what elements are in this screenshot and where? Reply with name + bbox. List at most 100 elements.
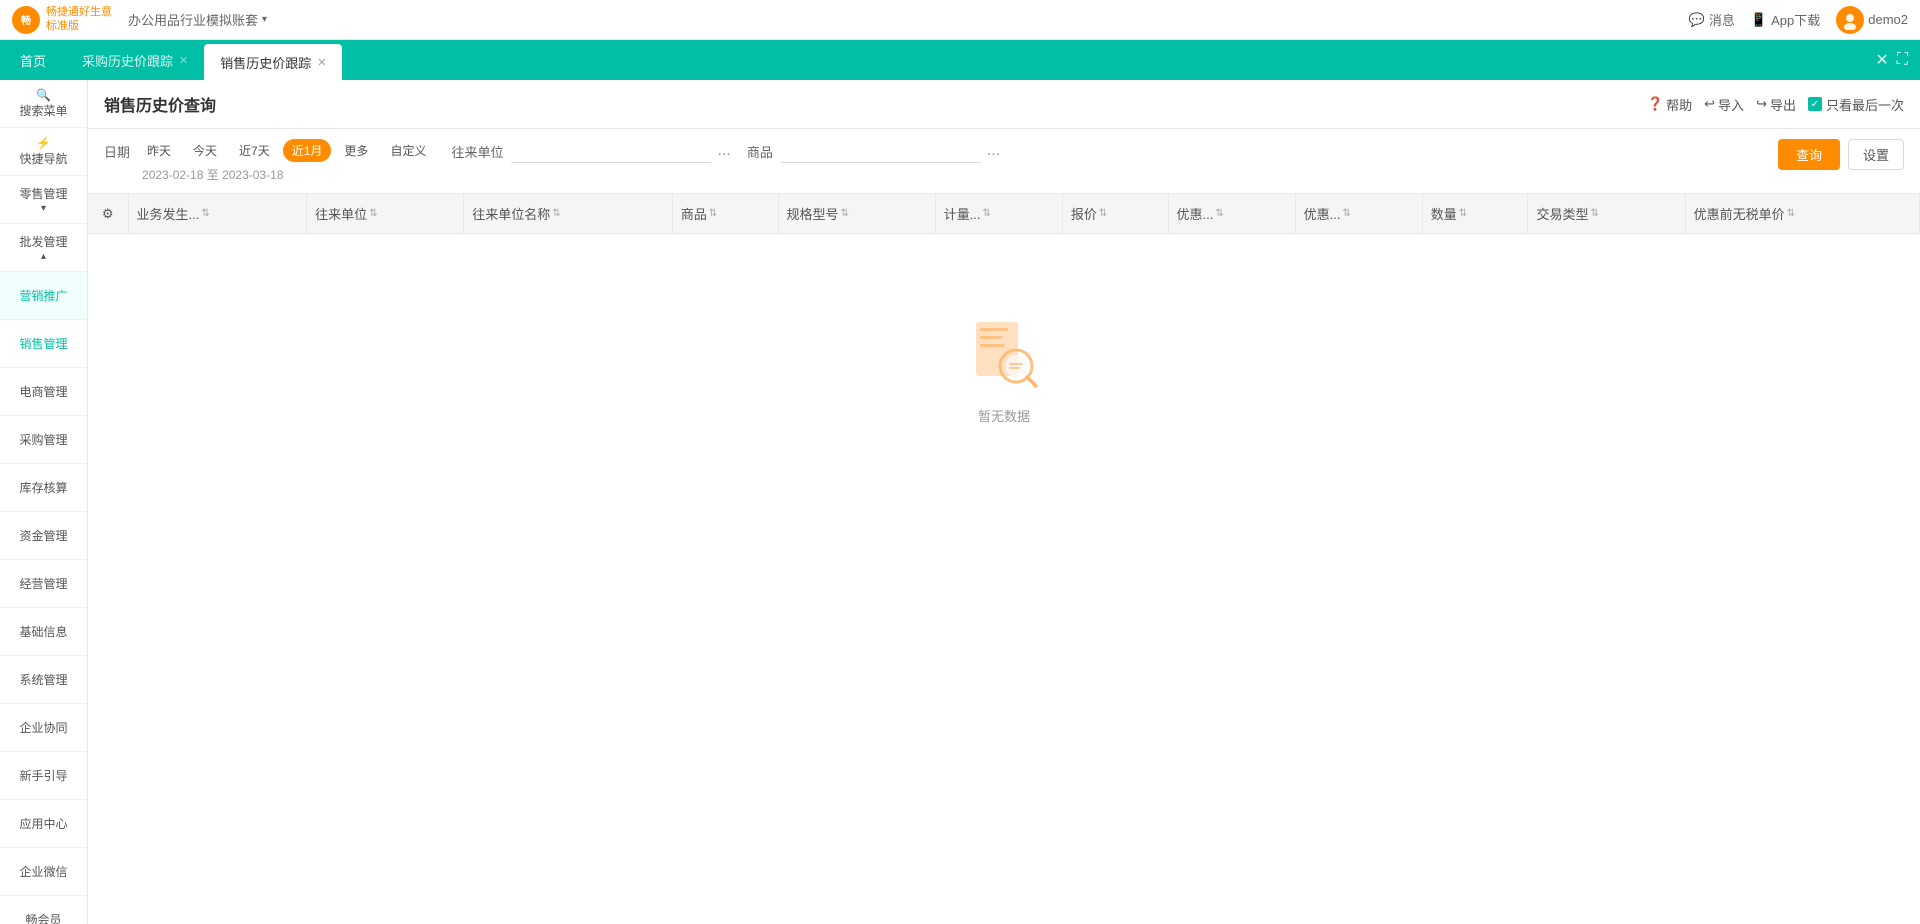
tab-bar-actions: ✕ ⛶	[1875, 50, 1920, 70]
column-quantity[interactable]: 数量 ⇅	[1422, 194, 1528, 234]
column-unit[interactable]: 计量... ⇅	[935, 194, 1062, 234]
partner-filter-group: 往来单位 ...	[451, 139, 730, 167]
sidebar-item-ecommerce[interactable]: 电商管理	[0, 368, 87, 416]
date-btn-7days[interactable]: 近7天	[230, 139, 279, 162]
search-icon: 🔍	[36, 88, 51, 102]
column-trade-type[interactable]: 交易类型 ⇅	[1528, 194, 1685, 234]
user-menu[interactable]: demo2	[1836, 6, 1908, 34]
sidebar-item-collab[interactable]: 企业协同	[0, 704, 87, 752]
help-button[interactable]: ❓ 帮助	[1647, 95, 1692, 114]
logo-icon: 畅	[12, 6, 40, 34]
product-label: 商品	[747, 139, 773, 167]
page-header: 销售历史价查询 ❓ 帮助 ↩ 导入 ↪ 导出 ✓ 只看最后一次	[88, 80, 1920, 129]
page-title: 销售历史价查询	[104, 92, 216, 116]
message-button[interactable]: 💬 消息	[1689, 10, 1735, 29]
sidebar-item-inventory[interactable]: 库存核算	[0, 464, 87, 512]
sidebar-item-marketing[interactable]: 营销推广	[0, 272, 87, 320]
date-filter-group: 日期 昨天 今天 近7天 近1月 更多 自定义 2023-02-18 至 202…	[104, 139, 435, 183]
sidebar-item-finance[interactable]: 资金管理	[0, 512, 87, 560]
sidebar-item-wholesale[interactable]: 批发管理 ▴	[0, 224, 87, 272]
empty-text: 暂无数据	[978, 406, 1030, 425]
date-buttons: 昨天 今天 近7天 近1月 更多 自定义	[138, 139, 435, 162]
column-spec[interactable]: 规格型号 ⇅	[778, 194, 935, 234]
close-tab2-icon[interactable]: ✕	[317, 56, 326, 69]
partner-dots-button[interactable]: ...	[717, 142, 730, 160]
product-input-group: ...	[781, 139, 1000, 163]
only-last-checkbox[interactable]: ✓ 只看最后一次	[1808, 95, 1904, 114]
sidebar-item-purchase[interactable]: 采购管理	[0, 416, 87, 464]
date-btn-yesterday[interactable]: 昨天	[138, 139, 180, 162]
sidebar-item-basic-info[interactable]: 基础信息	[0, 608, 87, 656]
checkbox-icon: ✓	[1808, 97, 1822, 111]
column-discount1[interactable]: 优惠... ⇅	[1168, 194, 1295, 234]
logo-area: 畅 畅捷通好生意 标准版	[12, 6, 112, 34]
partner-label: 往来单位	[451, 139, 503, 167]
top-bar: 畅 畅捷通好生意 标准版 办公用品行业模拟账套 ▾ 💬 消息 📱 App下载 d…	[0, 0, 1920, 40]
close-window-icon[interactable]: ✕	[1875, 50, 1888, 70]
sidebar-item-business[interactable]: 经营管理	[0, 560, 87, 608]
column-partner-id[interactable]: 往来单位 ⇅	[307, 194, 464, 234]
query-button[interactable]: 查询	[1778, 139, 1840, 170]
settings-button[interactable]: 设置	[1848, 139, 1904, 170]
tab-home[interactable]: 首页	[0, 40, 66, 80]
maximize-icon[interactable]: ⛶	[1897, 51, 1908, 69]
column-tax-free-price[interactable]: 优惠前无税单价 ⇅	[1685, 194, 1919, 234]
gear-icon[interactable]: ⚙	[102, 206, 114, 221]
sidebar-item-quick-nav[interactable]: ⚡ 快捷导航	[0, 128, 87, 176]
filter-row: 日期 昨天 今天 近7天 近1月 更多 自定义 2023-02-18 至 202…	[88, 129, 1920, 194]
empty-state: 暂无数据	[88, 234, 1920, 505]
sort-icon: ⇅	[1215, 208, 1223, 219]
sidebar-item-retail[interactable]: 零售管理 ▾	[0, 176, 87, 224]
sort-icon: ⇅	[1590, 208, 1598, 219]
date-btn-today[interactable]: 今天	[184, 139, 226, 162]
product-filter-group: 商品 ...	[747, 139, 1000, 167]
partner-input[interactable]	[511, 139, 711, 163]
tab-purchase-history[interactable]: 采购历史价跟踪 ✕	[66, 40, 204, 80]
column-discount2[interactable]: 优惠... ⇅	[1295, 194, 1422, 234]
empty-illustration	[964, 314, 1044, 394]
main-layout: 🔍 搜索菜单 ⚡ 快捷导航 零售管理 ▾ 批发管理 ▴ 营销推广 销售管理 电商…	[0, 80, 1920, 924]
sort-icon: ⇅	[1459, 208, 1467, 219]
export-button[interactable]: ↪ 导出	[1756, 95, 1796, 114]
chevron-up-icon: ▴	[41, 251, 46, 262]
logo-text: 畅捷通好生意 标准版	[46, 6, 112, 32]
date-btn-custom[interactable]: 自定义	[381, 139, 435, 162]
column-partner-name[interactable]: 往来单位名称 ⇅	[464, 194, 673, 234]
import-button[interactable]: ↩ 导入	[1704, 95, 1744, 114]
date-range-text: 2023-02-18 至 2023-03-18	[142, 166, 435, 183]
sort-icon: ⇅	[369, 208, 377, 219]
app-download-button[interactable]: 📱 App下载	[1751, 10, 1820, 29]
sidebar-item-member[interactable]: 畅会员	[0, 896, 87, 924]
sidebar-item-sales-mgmt[interactable]: 销售管理	[0, 320, 87, 368]
sidebar-item-app-center[interactable]: 应用中心	[0, 800, 87, 848]
partner-input-group: ...	[511, 139, 730, 163]
close-tab1-icon[interactable]: ✕	[179, 54, 188, 67]
tab-sales-history[interactable]: 销售历史价跟踪 ✕	[204, 44, 342, 80]
export-icon: ↪	[1756, 96, 1767, 112]
product-input[interactable]	[781, 139, 981, 163]
sidebar-item-search-menu[interactable]: 🔍 搜索菜单	[0, 80, 87, 128]
chevron-down-icon: ▾	[41, 203, 46, 214]
sidebar-item-guide[interactable]: 新手引导	[0, 752, 87, 800]
date-btn-group: 昨天 今天 近7天 近1月 更多 自定义 2023-02-18 至 2023-0…	[138, 139, 435, 183]
import-icon: ↩	[1704, 96, 1715, 112]
sort-icon: ⇅	[552, 208, 560, 219]
chevron-down-icon: ▾	[262, 14, 267, 25]
column-product[interactable]: 商品 ⇅	[672, 194, 778, 234]
column-biz-date[interactable]: 业务发生... ⇅	[128, 194, 307, 234]
top-bar-right: 💬 消息 📱 App下载 demo2	[1689, 6, 1908, 34]
date-btn-1month[interactable]: 近1月	[283, 139, 332, 162]
column-settings[interactable]: ⚙	[88, 194, 128, 234]
column-price[interactable]: 报价 ⇅	[1062, 194, 1168, 234]
tab-bar: 首页 采购历史价跟踪 ✕ 销售历史价跟踪 ✕ ✕ ⛶	[0, 40, 1920, 80]
sort-icon: ⇅	[983, 208, 991, 219]
app-selector[interactable]: 办公用品行业模拟账套 ▾	[120, 6, 275, 33]
sidebar-item-wechat[interactable]: 企业微信	[0, 848, 87, 896]
sort-icon: ⇅	[1099, 208, 1107, 219]
date-btn-more[interactable]: 更多	[335, 139, 377, 162]
sidebar-item-system[interactable]: 系统管理	[0, 656, 87, 704]
content-area: 销售历史价查询 ❓ 帮助 ↩ 导入 ↪ 导出 ✓ 只看最后一次	[88, 80, 1920, 924]
nav-icon: ⚡	[36, 136, 51, 150]
avatar	[1836, 6, 1864, 34]
product-dots-button[interactable]: ...	[987, 142, 1000, 160]
